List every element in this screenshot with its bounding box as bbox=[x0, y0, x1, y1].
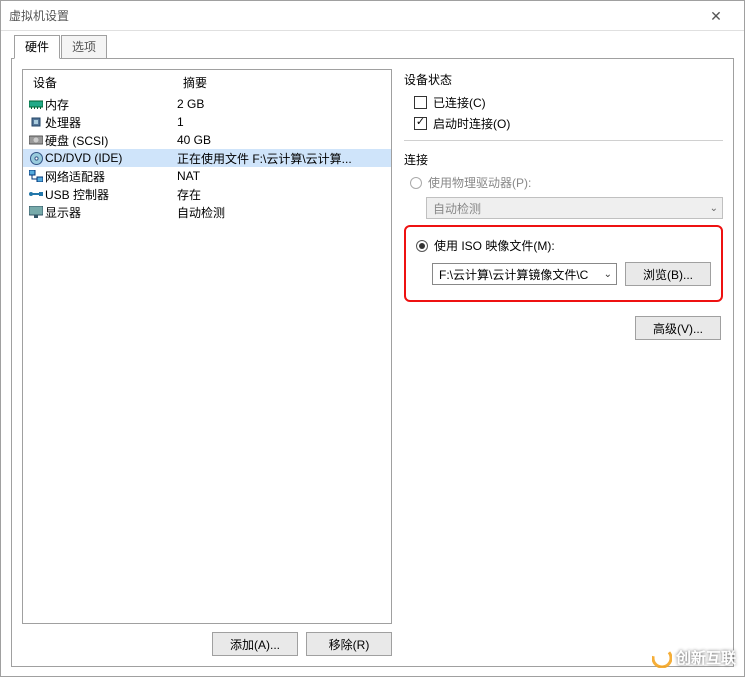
tab-panel: 设备 摘要 内存 2 GB bbox=[11, 59, 734, 667]
connect-at-poweron-label: 启动时连接(O) bbox=[433, 115, 510, 132]
hardware-left: 设备 摘要 内存 2 GB bbox=[22, 69, 392, 656]
use-physical-radio[interactable]: 使用物理驱动器(P): bbox=[404, 174, 723, 191]
device-row-network[interactable]: 网络适配器 NAT bbox=[23, 167, 391, 185]
watermark-text: 创新互联 bbox=[676, 647, 736, 668]
device-summary: 40 GB bbox=[177, 133, 391, 147]
device-name: 网络适配器 bbox=[45, 168, 177, 185]
tab-hardware[interactable]: 硬件 bbox=[14, 35, 60, 59]
device-name: USB 控制器 bbox=[45, 186, 177, 203]
checkbox-icon bbox=[414, 96, 427, 109]
device-row-cpu[interactable]: 处理器 1 bbox=[23, 113, 391, 131]
device-row-usb[interactable]: USB 控制器 存在 bbox=[23, 185, 391, 203]
highlight-box: 使用 ISO 映像文件(M): F:\云计算\云计算镜像文件\C ⌄ 浏览(B)… bbox=[404, 225, 723, 302]
connected-checkbox[interactable]: 已连接(C) bbox=[404, 94, 723, 111]
usb-icon bbox=[27, 187, 45, 201]
use-iso-label: 使用 ISO 映像文件(M): bbox=[434, 237, 555, 254]
watermark: 创新互联 bbox=[652, 647, 736, 668]
device-name: 硬盘 (SCSI) bbox=[45, 132, 177, 149]
device-rows: 内存 2 GB 处理器 1 bbox=[23, 95, 391, 221]
use-physical-label: 使用物理驱动器(P): bbox=[428, 174, 531, 191]
cpu-icon bbox=[27, 115, 45, 129]
network-icon bbox=[27, 169, 45, 183]
device-row-display[interactable]: 显示器 自动检测 bbox=[23, 203, 391, 221]
device-summary: 2 GB bbox=[177, 97, 391, 111]
device-row-memory[interactable]: 内存 2 GB bbox=[23, 95, 391, 113]
display-icon bbox=[27, 205, 45, 219]
device-summary: 存在 bbox=[177, 186, 391, 203]
tabstrip: 硬件 选项 bbox=[11, 35, 734, 59]
tab-options[interactable]: 选项 bbox=[61, 35, 107, 59]
iso-row: F:\云计算\云计算镜像文件\C ⌄ 浏览(B)... bbox=[416, 262, 711, 286]
device-summary: NAT bbox=[177, 169, 391, 183]
connected-label: 已连接(C) bbox=[433, 94, 486, 111]
device-name: 内存 bbox=[45, 96, 177, 113]
memory-icon bbox=[27, 97, 45, 111]
remove-button[interactable]: 移除(R) bbox=[306, 632, 392, 656]
physical-drive-value: 自动检测 bbox=[433, 200, 481, 217]
device-summary: 自动检测 bbox=[177, 204, 391, 221]
physical-drive-combo: 自动检测 ⌄ bbox=[426, 197, 723, 219]
vm-settings-window: 虚拟机设置 ✕ 硬件 选项 设备 摘要 bbox=[0, 0, 745, 677]
device-summary: 正在使用文件 F:\云计算\云计算... bbox=[177, 150, 391, 167]
advanced-button[interactable]: 高级(V)... bbox=[635, 316, 721, 340]
titlebar: 虚拟机设置 ✕ bbox=[1, 1, 744, 31]
connection-title: 连接 bbox=[404, 151, 723, 168]
close-icon[interactable]: ✕ bbox=[696, 1, 736, 31]
checkbox-icon bbox=[414, 117, 427, 130]
device-name: 处理器 bbox=[45, 114, 177, 131]
hdd-icon bbox=[27, 133, 45, 147]
radio-icon bbox=[410, 177, 422, 189]
device-row-hdd[interactable]: 硬盘 (SCSI) 40 GB bbox=[23, 131, 391, 149]
header-summary: 摘要 bbox=[183, 74, 387, 91]
watermark-logo-icon bbox=[652, 648, 672, 668]
iso-path-value: F:\云计算\云计算镜像文件\C bbox=[439, 266, 588, 283]
device-status-title: 设备状态 bbox=[404, 71, 723, 88]
separator bbox=[404, 140, 723, 141]
window-title: 虚拟机设置 bbox=[9, 7, 696, 24]
content-area: 硬件 选项 设备 摘要 内存 2 GB bbox=[1, 31, 744, 677]
advanced-row: 高级(V)... bbox=[404, 316, 723, 340]
hardware-right: 设备状态 已连接(C) 启动时连接(O) 连接 使用物理驱动器(P): bbox=[392, 69, 723, 656]
chevron-down-icon: ⌄ bbox=[604, 269, 612, 280]
cd-icon bbox=[27, 151, 45, 165]
header-device: 设备 bbox=[33, 74, 183, 91]
connect-at-poweron-checkbox[interactable]: 启动时连接(O) bbox=[404, 115, 723, 132]
device-row-cd[interactable]: CD/DVD (IDE) 正在使用文件 F:\云计算\云计算... bbox=[23, 149, 391, 167]
device-name: CD/DVD (IDE) bbox=[45, 151, 177, 165]
device-list-header: 设备 摘要 bbox=[23, 70, 391, 95]
device-name: 显示器 bbox=[45, 204, 177, 221]
iso-path-combo[interactable]: F:\云计算\云计算镜像文件\C ⌄ bbox=[432, 263, 617, 285]
browse-button[interactable]: 浏览(B)... bbox=[625, 262, 711, 286]
radio-icon bbox=[416, 240, 428, 252]
device-list-buttons: 添加(A)... 移除(R) bbox=[22, 632, 392, 656]
device-summary: 1 bbox=[177, 115, 391, 129]
device-list[interactable]: 设备 摘要 内存 2 GB bbox=[22, 69, 392, 624]
add-button[interactable]: 添加(A)... bbox=[212, 632, 298, 656]
use-iso-radio[interactable]: 使用 ISO 映像文件(M): bbox=[416, 237, 711, 254]
chevron-down-icon: ⌄ bbox=[710, 203, 718, 214]
